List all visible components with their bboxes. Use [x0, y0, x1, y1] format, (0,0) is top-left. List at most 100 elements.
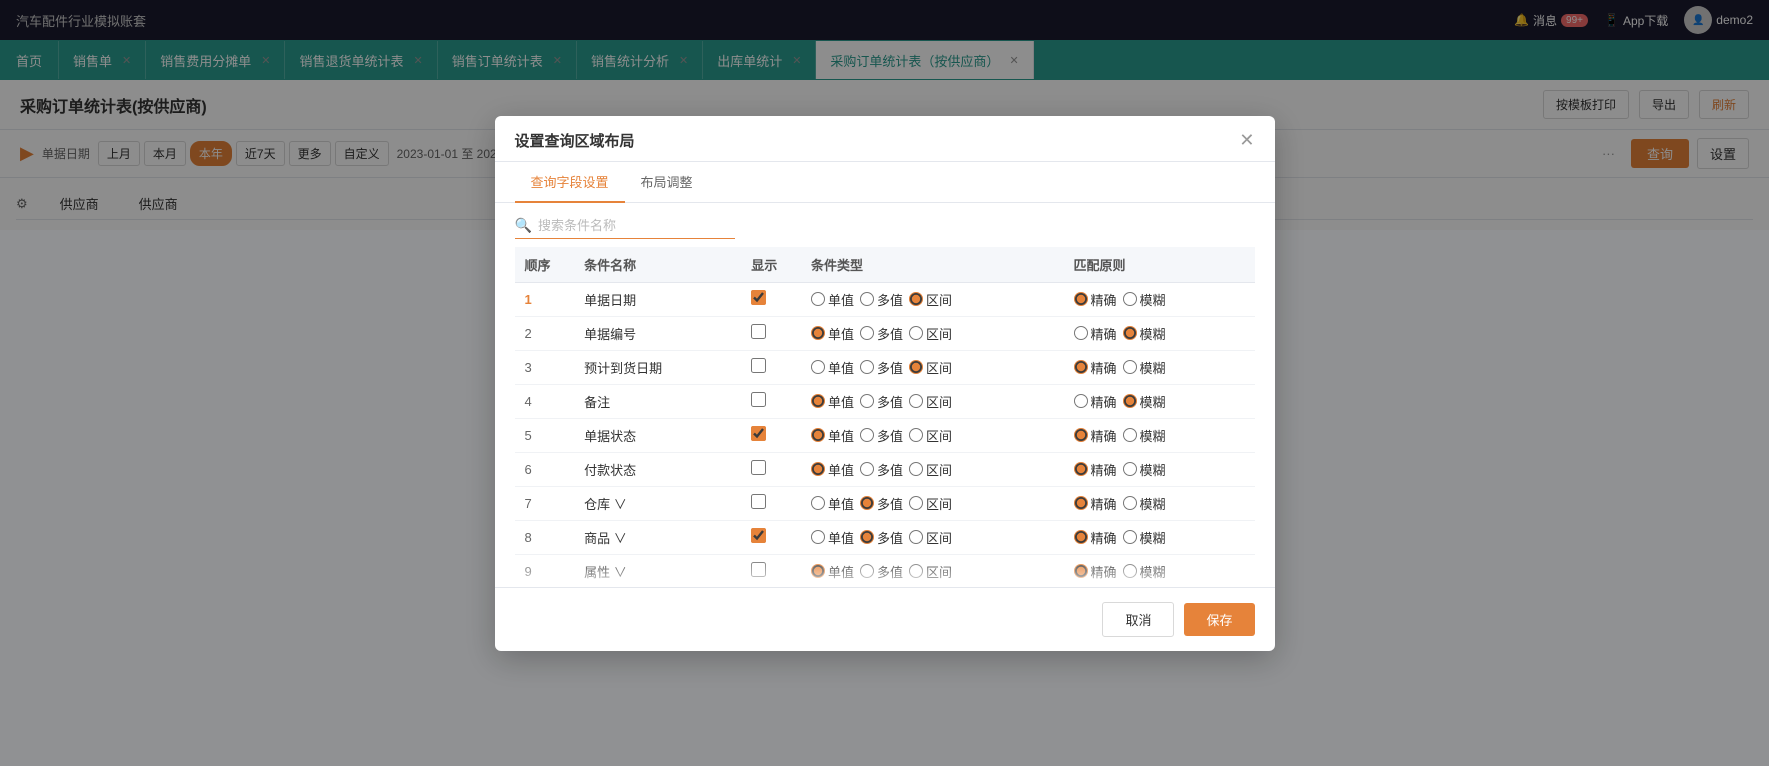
settings-dialog: 设置查询区域布局 ✕ 查询字段设置 布局调整 🔍 顺序 条件名称 显示: [495, 116, 1275, 651]
radio-match-模糊[interactable]: 模糊: [1123, 290, 1166, 309]
radio-type-多值[interactable]: 多值: [860, 494, 903, 513]
radio-match-精确[interactable]: 精确: [1074, 324, 1117, 343]
radio-type-单值[interactable]: 单值: [811, 562, 854, 581]
row-order: 7: [515, 486, 575, 520]
display-checkbox[interactable]: [751, 562, 766, 577]
display-checkbox[interactable]: [751, 324, 766, 339]
radio-type-单值[interactable]: 单值: [811, 358, 854, 377]
radio-type-单值[interactable]: 单值: [811, 494, 854, 513]
radio-type-多值[interactable]: 多值: [860, 324, 903, 343]
radio-match-模糊[interactable]: 模糊: [1123, 392, 1166, 411]
row-display-checkbox[interactable]: [741, 486, 801, 520]
table-row: 4备注单值多值区间精确模糊: [515, 384, 1255, 418]
radio-type-区间[interactable]: 区间: [909, 528, 952, 547]
radio-type-区间[interactable]: 区间: [909, 460, 952, 479]
dialog-close-button[interactable]: ✕: [1239, 131, 1254, 149]
dialog-tab-layout[interactable]: 布局调整: [625, 162, 709, 203]
row-order: 8: [515, 520, 575, 554]
radio-match-精确[interactable]: 精确: [1074, 528, 1117, 547]
display-checkbox[interactable]: [751, 392, 766, 407]
radio-type-单值[interactable]: 单值: [811, 392, 854, 411]
radio-type-多值[interactable]: 多值: [860, 290, 903, 309]
row-order: 5: [515, 418, 575, 452]
row-name: 属性 ∨: [574, 554, 741, 587]
col-name: 条件名称: [574, 247, 741, 283]
radio-match-模糊[interactable]: 模糊: [1123, 528, 1166, 547]
row-match: 精确模糊: [1064, 316, 1255, 350]
radio-type-多值[interactable]: 多值: [860, 426, 903, 445]
save-button[interactable]: 保存: [1184, 603, 1254, 636]
display-checkbox[interactable]: [751, 460, 766, 475]
row-order: 1: [515, 282, 575, 316]
radio-type-单值[interactable]: 单值: [811, 290, 854, 309]
search-icon: 🔍: [515, 217, 532, 234]
radio-type-区间[interactable]: 区间: [909, 562, 952, 581]
radio-type-区间[interactable]: 区间: [909, 324, 952, 343]
row-display-checkbox[interactable]: [741, 418, 801, 452]
row-display-checkbox[interactable]: [741, 282, 801, 316]
radio-match-精确[interactable]: 精确: [1074, 494, 1117, 513]
row-order: 4: [515, 384, 575, 418]
radio-type-区间[interactable]: 区间: [909, 358, 952, 377]
radio-type-区间[interactable]: 区间: [909, 494, 952, 513]
radio-match-模糊[interactable]: 模糊: [1123, 426, 1166, 445]
radio-match-精确[interactable]: 精确: [1074, 290, 1117, 309]
radio-type-多值[interactable]: 多值: [860, 460, 903, 479]
radio-type-多值[interactable]: 多值: [860, 358, 903, 377]
radio-type-单值[interactable]: 单值: [811, 426, 854, 445]
cancel-button[interactable]: 取消: [1102, 602, 1174, 637]
row-display-checkbox[interactable]: [741, 520, 801, 554]
radio-match-精确[interactable]: 精确: [1074, 562, 1117, 581]
radio-type-单值[interactable]: 单值: [811, 528, 854, 547]
display-checkbox[interactable]: [751, 358, 766, 373]
radio-type-多值[interactable]: 多值: [860, 392, 903, 411]
row-match: 精确模糊: [1064, 350, 1255, 384]
row-match: 精确模糊: [1064, 486, 1255, 520]
display-checkbox[interactable]: [751, 290, 766, 305]
dialog-tab-fields[interactable]: 查询字段设置: [515, 162, 625, 203]
row-match: 精确模糊: [1064, 520, 1255, 554]
row-name: 商品 ∨: [574, 520, 741, 554]
radio-type-单值[interactable]: 单值: [811, 324, 854, 343]
dialog-tabs: 查询字段设置 布局调整: [495, 162, 1275, 203]
table-row: 1单据日期 单值多值区间 精确模糊: [515, 282, 1255, 316]
row-name: 仓库 ∨: [574, 486, 741, 520]
radio-type-区间[interactable]: 区间: [909, 290, 952, 309]
display-checkbox[interactable]: [751, 426, 766, 441]
radio-match-模糊[interactable]: 模糊: [1123, 562, 1166, 581]
row-name: 单据日期: [574, 282, 741, 316]
radio-match-精确[interactable]: 精确: [1074, 358, 1117, 377]
table-row: 2单据编号单值多值区间精确模糊: [515, 316, 1255, 350]
radio-type-多值[interactable]: 多值: [860, 562, 903, 581]
radio-type-单值[interactable]: 单值: [811, 460, 854, 479]
modal-overlay: 设置查询区域布局 ✕ 查询字段设置 布局调整 🔍 顺序 条件名称 显示: [0, 0, 1769, 766]
row-match: 精确模糊: [1064, 554, 1255, 587]
row-display-checkbox[interactable]: [741, 350, 801, 384]
radio-match-精确[interactable]: 精确: [1074, 460, 1117, 479]
row-display-checkbox[interactable]: [741, 554, 801, 587]
radio-type-区间[interactable]: 区间: [909, 392, 952, 411]
display-checkbox[interactable]: [751, 494, 766, 509]
row-display-checkbox[interactable]: [741, 316, 801, 350]
dialog-title: 设置查询区域布局: [515, 130, 635, 151]
dialog-search-area: 🔍: [495, 203, 1275, 247]
radio-match-精确[interactable]: 精确: [1074, 392, 1117, 411]
radio-match-模糊[interactable]: 模糊: [1123, 358, 1166, 377]
radio-type-区间[interactable]: 区间: [909, 426, 952, 445]
row-order: 9: [515, 554, 575, 587]
radio-match-精确[interactable]: 精确: [1074, 426, 1117, 445]
radio-match-模糊[interactable]: 模糊: [1123, 324, 1166, 343]
table-row: 7仓库 ∨单值多值区间精确模糊: [515, 486, 1255, 520]
radio-match-模糊[interactable]: 模糊: [1123, 460, 1166, 479]
row-display-checkbox[interactable]: [741, 384, 801, 418]
row-type: 单值多值区间: [801, 452, 1064, 486]
row-display-checkbox[interactable]: [741, 452, 801, 486]
display-checkbox[interactable]: [751, 528, 766, 543]
row-type: 单值多值区间: [801, 350, 1064, 384]
radio-type-多值[interactable]: 多值: [860, 528, 903, 547]
row-name: 预计到货日期: [574, 350, 741, 384]
search-input[interactable]: [538, 218, 718, 233]
row-type: 单值多值区间: [801, 418, 1064, 452]
row-type: 单值多值区间: [801, 486, 1064, 520]
radio-match-模糊[interactable]: 模糊: [1123, 494, 1166, 513]
